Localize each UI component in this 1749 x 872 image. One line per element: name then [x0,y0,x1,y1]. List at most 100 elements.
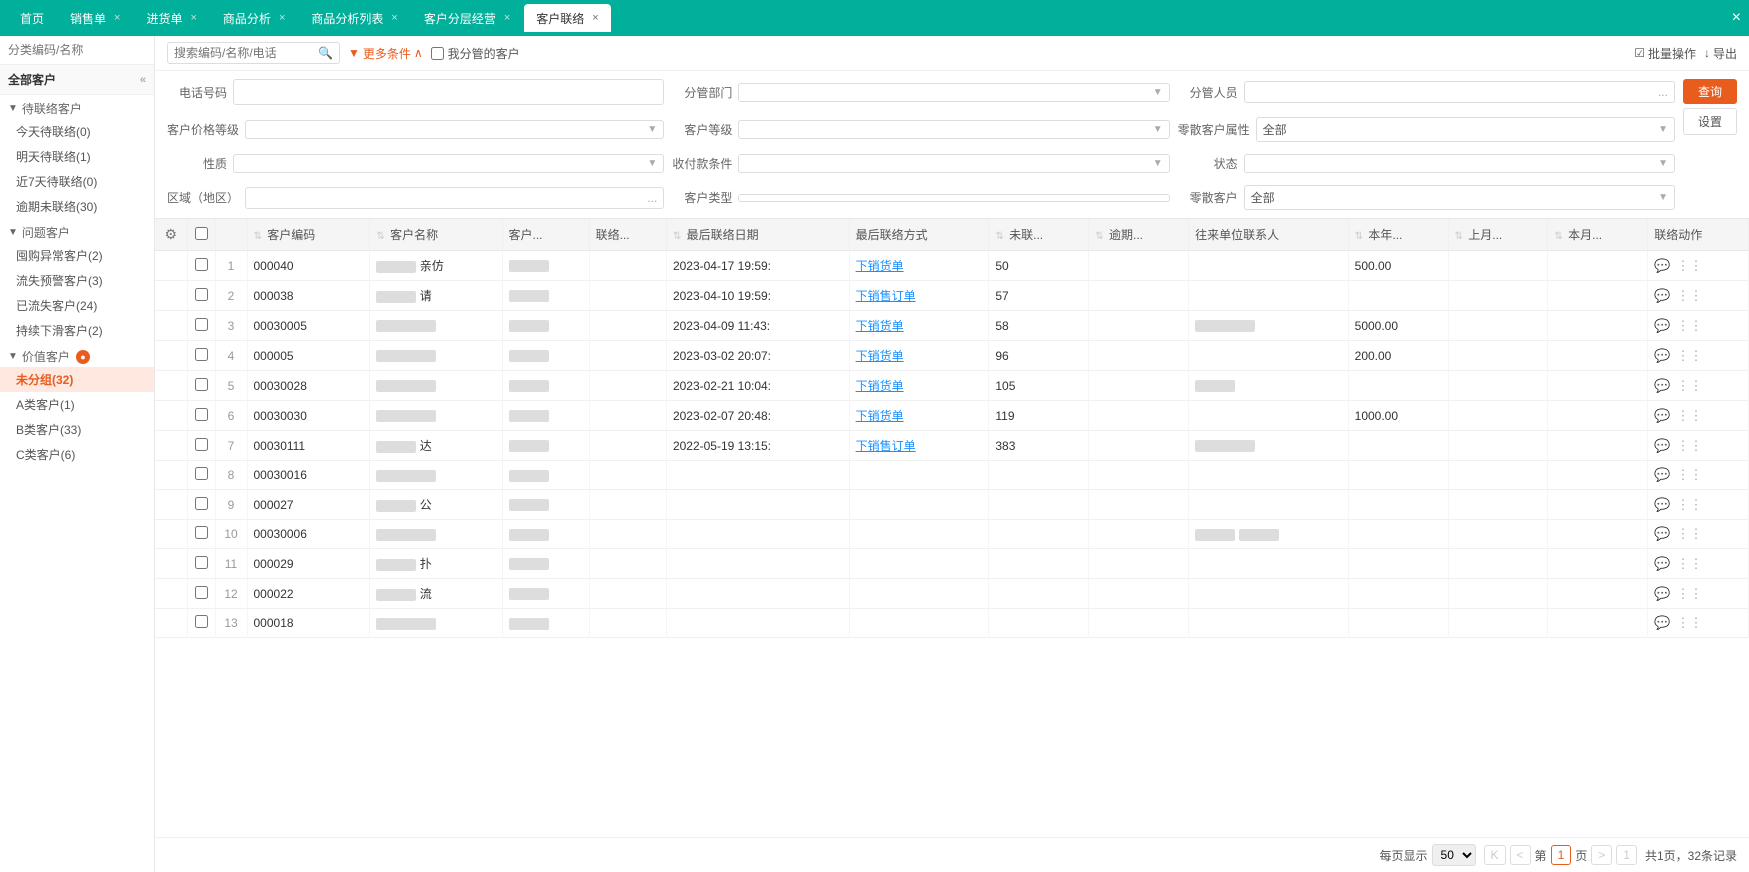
section-pending-contact[interactable]: ▼ 待联络客户 [0,95,154,119]
grid-icon[interactable]: ⋮⋮ [1676,378,1702,394]
contact-method-link[interactable]: 下销货单 [856,379,904,393]
row-checkbox[interactable] [195,497,208,510]
tab-analysis[interactable]: 商品分析 × [211,4,297,32]
chat-icon[interactable]: 💬 [1654,408,1670,424]
row-checkbox[interactable] [195,378,208,391]
contact-method-link[interactable]: 下销货单 [856,409,904,423]
tab-customer-contact[interactable]: 客户联络 × [524,4,610,32]
my-customers-wrap[interactable]: 我分管的客户 [431,45,520,62]
grid-icon[interactable]: ⋮⋮ [1676,556,1702,572]
row-checkbox-cell[interactable] [187,520,215,549]
sidebar-item-c-class[interactable]: C类客户(6) [0,442,154,467]
row-checkbox-cell[interactable] [187,609,215,638]
tab-sales[interactable]: 销售单 × [58,4,132,32]
sidebar-item-churn-warning[interactable]: 流失预警客户(3) [0,268,154,293]
col-overdue[interactable]: 逾期... [1089,219,1189,251]
row-checkbox-cell[interactable] [187,549,215,579]
chat-icon[interactable]: 💬 [1654,526,1670,542]
row-checkbox-cell[interactable] [187,281,215,311]
col-checkbox[interactable] [187,219,215,251]
per-page-select[interactable]: 50 [1432,844,1476,866]
sidebar-item-ungroup[interactable]: 未分组(32) [0,367,154,392]
grid-icon[interactable]: ⋮⋮ [1676,258,1702,274]
row-checkbox[interactable] [195,288,208,301]
retail-attr-select[interactable]: 全部 ▼ [1256,117,1675,142]
export-btn[interactable]: ↓ 导出 [1704,45,1737,62]
col-not-contacted[interactable]: 未联... [989,219,1089,251]
manager-select[interactable]: ... [1244,81,1675,103]
region-select[interactable]: ... [245,187,664,209]
sidebar-search-input[interactable] [8,43,155,57]
last-page-btn[interactable]: 1 [1616,845,1637,865]
chat-icon[interactable]: 💬 [1654,467,1670,483]
chat-icon[interactable]: 💬 [1654,586,1670,602]
manager-dots-icon[interactable]: ... [1658,85,1668,99]
row-checkbox[interactable] [195,586,208,599]
grid-icon[interactable]: ⋮⋮ [1676,348,1702,364]
tab-sales-close[interactable]: × [114,12,120,24]
row-checkbox-cell[interactable] [187,490,215,520]
next-page-btn[interactable]: > [1591,845,1612,865]
tab-analysis-close[interactable]: × [279,12,285,24]
sidebar-item-churned[interactable]: 已流失客户(24) [0,293,154,318]
query-button[interactable]: 查询 [1683,79,1737,104]
grid-icon[interactable]: ⋮⋮ [1676,526,1702,542]
level-select[interactable]: ▼ [738,120,1169,139]
row-checkbox[interactable] [195,438,208,451]
col-name[interactable]: 客户名称 [370,219,502,251]
row-checkbox[interactable] [195,348,208,361]
row-checkbox[interactable] [195,526,208,539]
grid-icon[interactable]: ⋮⋮ [1676,615,1702,631]
grid-icon[interactable]: ⋮⋮ [1676,318,1702,334]
contact-method-link[interactable]: 下销货单 [856,259,904,273]
sidebar-item-declining[interactable]: 持续下滑客户(2) [0,318,154,343]
row-checkbox-cell[interactable] [187,251,215,281]
chat-icon[interactable]: 💬 [1654,318,1670,334]
tab-purchase[interactable]: 进货单 × [134,4,208,32]
tab-customer-seg[interactable]: 客户分层经营 × [412,4,522,32]
sidebar-item-a-class[interactable]: A类客户(1) [0,392,154,417]
sidebar-item-today[interactable]: 今天待联络(0) [0,119,154,144]
row-checkbox-cell[interactable] [187,461,215,490]
row-checkbox-cell[interactable] [187,431,215,461]
all-customers-header[interactable]: 全部客户 « [0,65,154,95]
contact-method-link[interactable]: 下销货单 [856,349,904,363]
search-icon[interactable]: 🔍 [318,46,333,60]
prev-page-btn[interactable]: < [1510,845,1531,865]
window-close-button[interactable]: × [1732,9,1741,27]
tab-analysis-list[interactable]: 商品分析列表 × [299,4,409,32]
search-input[interactable] [174,46,314,60]
sidebar-item-hoarding[interactable]: 囤购异常客户(2) [0,243,154,268]
batch-ops-btn[interactable]: ☑ 批量操作 [1634,45,1696,62]
status-select[interactable]: ▼ [1244,154,1675,173]
grid-icon[interactable]: ⋮⋮ [1676,586,1702,602]
row-checkbox-cell[interactable] [187,579,215,609]
row-checkbox-cell[interactable] [187,311,215,341]
sidebar-item-overdue[interactable]: 逾期未联络(30) [0,194,154,219]
grid-icon[interactable]: ⋮⋮ [1676,497,1702,513]
dept-select[interactable]: ▼ [738,83,1169,102]
payment-select[interactable]: ▼ [738,154,1169,173]
price-select[interactable]: ▼ [245,120,664,139]
col-this-year[interactable]: 本年... [1348,219,1448,251]
chat-icon[interactable]: 💬 [1654,438,1670,454]
row-checkbox[interactable] [195,408,208,421]
reset-button[interactable]: 设置 [1683,108,1737,135]
row-checkbox[interactable] [195,615,208,628]
col-this-month[interactable]: 本月... [1548,219,1648,251]
sidebar-item-tomorrow[interactable]: 明天待联络(1) [0,144,154,169]
col-last-month[interactable]: 上月... [1448,219,1548,251]
region-dots-icon[interactable]: ... [647,191,657,205]
grid-icon[interactable]: ⋮⋮ [1676,288,1702,304]
phone-input[interactable] [233,79,664,105]
grid-icon[interactable]: ⋮⋮ [1676,467,1702,483]
row-checkbox[interactable] [195,556,208,569]
chat-icon[interactable]: 💬 [1654,556,1670,572]
row-checkbox-cell[interactable] [187,371,215,401]
settings-gear-icon[interactable]: ⚙ [164,226,177,242]
row-checkbox[interactable] [195,318,208,331]
contact-method-link[interactable]: 下销货单 [856,319,904,333]
row-checkbox[interactable] [195,258,208,271]
more-filters-btn[interactable]: ▼ 更多条件 ∧ [348,45,423,62]
col-settings[interactable]: ⚙ [155,219,187,251]
